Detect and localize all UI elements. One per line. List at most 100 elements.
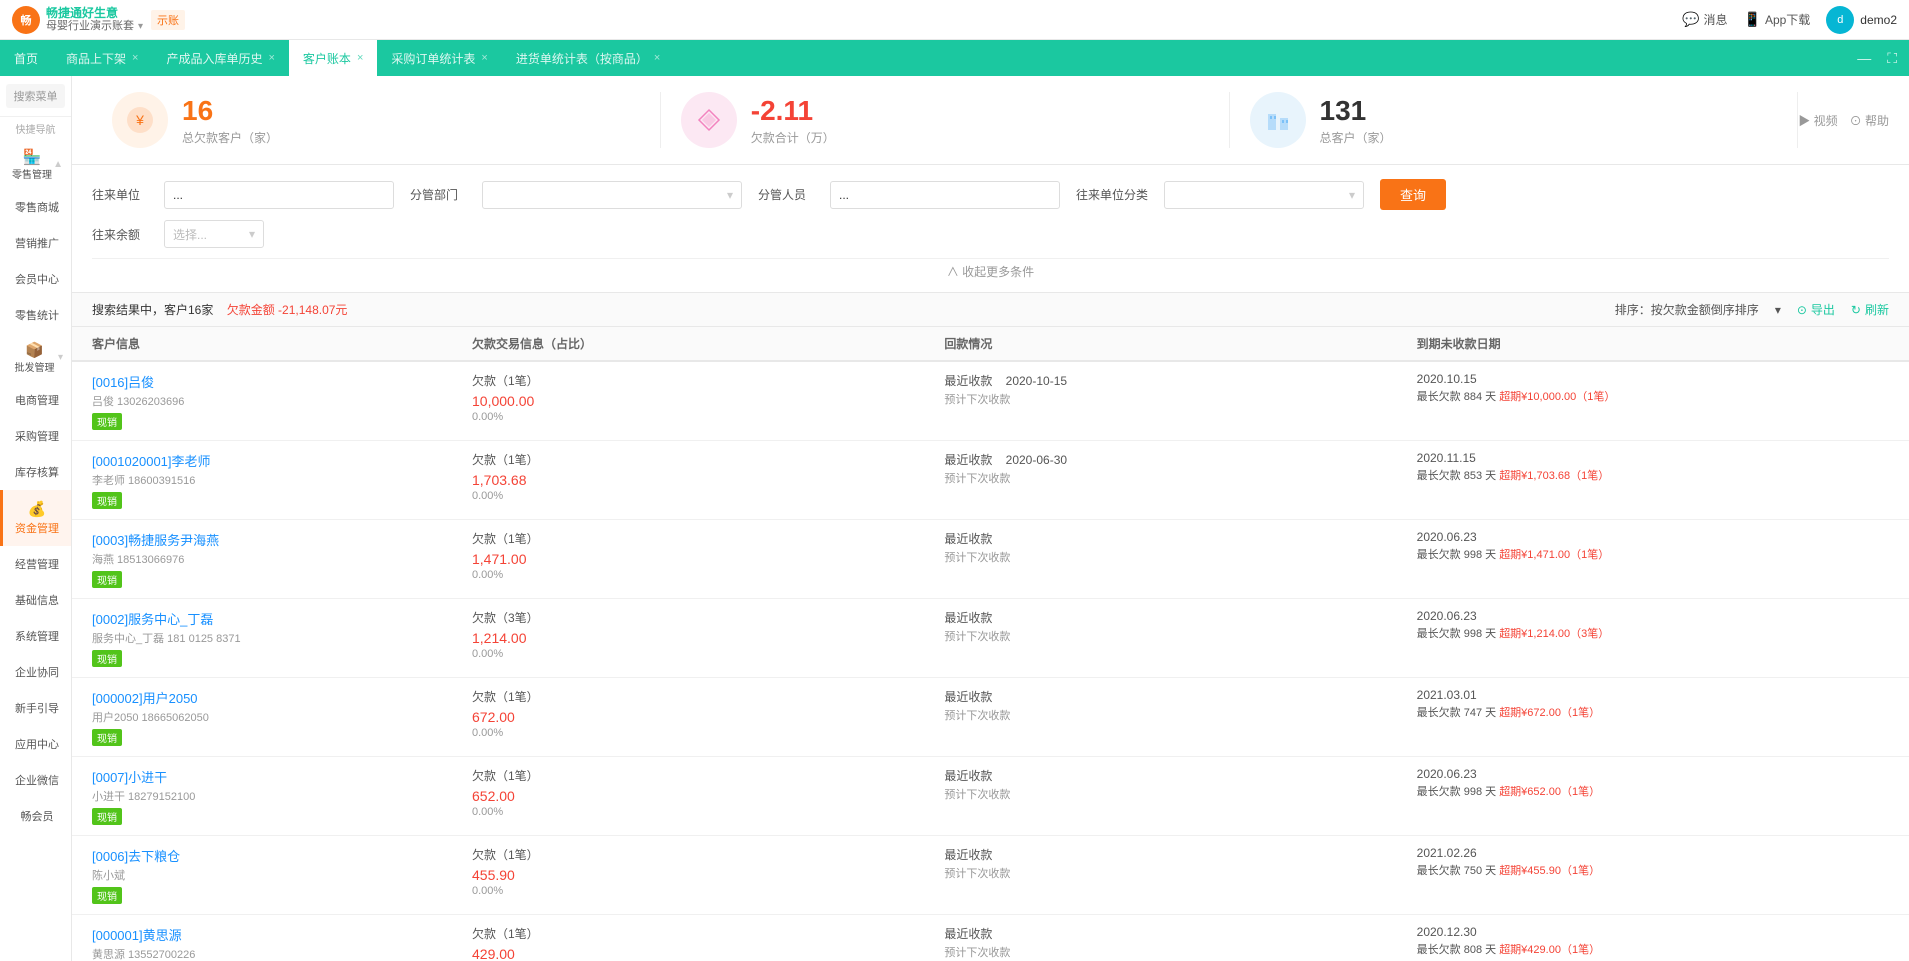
company-name[interactable]: 母婴行业演示账套 (46, 20, 134, 33)
export-btn[interactable]: ⊙ 导出 (1797, 301, 1835, 318)
customer-tag: 现销 (92, 650, 122, 667)
view-label: 视频 (1814, 114, 1838, 128)
due-date: 2020.06.23 (1417, 767, 1889, 781)
tab-close-icon[interactable]: × (132, 52, 138, 64)
company-nav-arrow[interactable]: ▾ (138, 21, 143, 33)
tab-shang-pin[interactable]: 商品上下架 × (52, 40, 152, 76)
debt-cell: 欠款（1笔） 1,471.00 0.00% (472, 530, 944, 581)
sidebar-item-wechat-enterprise[interactable]: 企业微信 (0, 762, 71, 798)
logo-area: 畅 畅捷通好生意 母婴行业演示账套 ▾ (12, 6, 143, 34)
message-action[interactable]: 💬 消息 (1682, 11, 1727, 28)
overdue-amount[interactable]: 超期¥1,471.00（1笔） (1499, 549, 1609, 561)
customer-name-link[interactable]: [0007]小进干 (92, 767, 472, 786)
debt-amount[interactable]: 10,000.00 (472, 393, 944, 409)
sidebar-item-retail-mall[interactable]: 零售商城 (0, 189, 71, 225)
debt-cell: 欠款（3笔） 1,214.00 0.00% (472, 609, 944, 660)
tab-close-icon[interactable]: × (357, 52, 363, 64)
debt-amount[interactable]: 429.00 (472, 946, 944, 961)
sidebar-item-retail-stats[interactable]: 零售统计 (0, 297, 71, 333)
tab-minimize-btn[interactable]: — (1853, 48, 1875, 68)
retail-stats-label: 零售统计 (15, 307, 59, 323)
finance-icon: 💰 (28, 500, 47, 518)
tab-cai-gou[interactable]: 采购订单统计表 × (377, 40, 501, 76)
person-input[interactable]: ... (830, 181, 1060, 209)
source-unit-input[interactable]: ... (164, 181, 394, 209)
debt-amount[interactable]: 1,471.00 (472, 551, 944, 567)
tab-maximize-btn[interactable]: ⛶ (1883, 48, 1901, 69)
collapse-filter-btn[interactable]: ∧ 收起更多条件 (92, 258, 1889, 284)
sidebar-item-purchase-mgmt[interactable]: 采购管理 (0, 418, 71, 454)
sidebar-item-enterprise-collab[interactable]: 企业协同 (0, 654, 71, 690)
sidebar-item-zero-sale-mgmt[interactable]: 🏪 零售管理 ▲ (0, 140, 71, 189)
col-header-due: 到期未收款日期 (1417, 335, 1889, 352)
overdue-info: 最长欠款 998 天 超期¥1,214.00（3笔） (1417, 625, 1889, 641)
debt-count: 欠款（1笔） (472, 530, 944, 547)
overdue-amount[interactable]: 超期¥1,214.00（3笔） (1499, 628, 1609, 640)
customer-name-link[interactable]: [0002]服务中心_丁磊 (92, 609, 472, 628)
tab-chan-pin[interactable]: 产成品入库单历史 × (152, 40, 288, 76)
customer-cell: [000001]黄思源 黄思源 13552700226 现销 (92, 925, 472, 961)
overdue-amount[interactable]: 超期¥672.00（1笔） (1499, 707, 1600, 719)
help-btn[interactable]: ⊙ 帮助 (1850, 112, 1889, 129)
overdue-amount[interactable]: 超期¥652.00（1笔） (1499, 786, 1600, 798)
customer-cell: [0001020001]李老师 李老师 18600391516 现销 (92, 451, 472, 509)
sidebar-item-member-center[interactable]: 会员中心 (0, 261, 71, 297)
tab-ke-hu[interactable]: 客户账本 × (289, 40, 377, 76)
overdue-info: 最长欠款 884 天 超期¥10,000.00（1笔） (1417, 388, 1889, 404)
debt-amount[interactable]: 652.00 (472, 788, 944, 804)
due-cell: 2020.06.23 最长欠款 998 天 超期¥652.00（1笔） (1417, 767, 1889, 799)
next-payment-label: 预计下次收款 (944, 786, 1416, 802)
user-area[interactable]: d demo2 (1826, 6, 1897, 34)
sidebar-item-wholesale-mgmt[interactable]: 📦 批发管理 ▾ (0, 333, 71, 382)
sidebar-item-inventory[interactable]: 库存核算 (0, 454, 71, 490)
customer-name-link[interactable]: [0001020001]李老师 (92, 451, 472, 470)
tab-close-icon[interactable]: × (654, 52, 660, 64)
collapse-label: 收起更多条件 (962, 265, 1034, 279)
sort-arrow[interactable]: ▾ (1775, 303, 1781, 317)
tab-close-icon[interactable]: × (481, 52, 487, 64)
sidebar-item-finance[interactable]: 💰 资金管理 (0, 490, 71, 546)
tab-close-icon[interactable]: × (268, 52, 274, 64)
sidebar-item-ecommerce[interactable]: 电商管理 (0, 382, 71, 418)
logo-icon: 畅 (12, 6, 40, 34)
debt-amount[interactable]: 1,703.68 (472, 472, 944, 488)
debt-amount[interactable]: 1,214.00 (472, 630, 944, 646)
refresh-btn[interactable]: ↻ 刷新 (1851, 301, 1889, 318)
search-button[interactable]: 查询 (1380, 179, 1446, 210)
person-dots: ... (839, 188, 849, 202)
sidebar-item-marketing[interactable]: 营销推广 (0, 225, 71, 261)
overdue-amount[interactable]: 超期¥429.00（1笔） (1499, 944, 1600, 956)
sidebar-item-newbie-guide[interactable]: 新手引导 (0, 690, 71, 726)
customer-name-link[interactable]: [0006]去下粮仓 (92, 846, 472, 865)
sidebar-search-btn[interactable]: 搜索菜单 (6, 84, 65, 108)
due-cell: 2021.02.26 最长欠款 750 天 超期¥455.90（1笔） (1417, 846, 1889, 878)
view-video-btn[interactable]: ▶ 视频 (1798, 112, 1837, 129)
customer-name-link[interactable]: [000002]用户2050 (92, 688, 472, 707)
customer-name-link[interactable]: [0003]畅捷服务尹海燕 (92, 530, 472, 549)
sidebar-item-system-mgmt[interactable]: 系统管理 (0, 618, 71, 654)
sidebar-item-basic-info[interactable]: 基础信息 (0, 582, 71, 618)
debt-amount[interactable]: 455.90 (472, 867, 944, 883)
sidebar-item-app-center[interactable]: 应用中心 (0, 726, 71, 762)
next-payment-label: 预计下次收款 (944, 470, 1416, 486)
overdue-amount[interactable]: 超期¥10,000.00（1笔） (1499, 391, 1615, 403)
dept-input[interactable]: ▾ (482, 181, 742, 209)
remaining-select[interactable]: 选择... ▾ (164, 220, 264, 248)
debt-count: 欠款（1笔） (472, 846, 944, 863)
debt-amount[interactable]: 672.00 (472, 709, 944, 725)
debt-amount-text: 欠款金额 -21,148.07元 (227, 303, 348, 317)
customer-name-link[interactable]: [0016]吕俊 (92, 372, 472, 391)
customer-name-link[interactable]: [000001]黄思源 (92, 925, 472, 944)
unit-category-input[interactable]: ▾ (1164, 181, 1364, 209)
overdue-amount[interactable]: 超期¥1,703.68（1笔） (1499, 470, 1609, 482)
sidebar-item-chang-member[interactable]: 畅会员 (0, 798, 71, 834)
tab-jin-huo[interactable]: 进货单统计表（按商品） × (502, 40, 674, 76)
debt-count: 欠款（1笔） (472, 925, 944, 942)
sidebar-item-operations[interactable]: 经营管理 (0, 546, 71, 582)
next-payment-label: 预计下次收款 (944, 391, 1416, 407)
overdue-amount[interactable]: 超期¥455.90（1笔） (1499, 865, 1600, 877)
debt-count: 欠款（1笔） (472, 372, 944, 389)
app-download-action[interactable]: 📱 App下载 (1744, 11, 1811, 28)
tab-home[interactable]: 首页 (0, 40, 52, 76)
stat-value-3: 131 (1320, 94, 1392, 128)
